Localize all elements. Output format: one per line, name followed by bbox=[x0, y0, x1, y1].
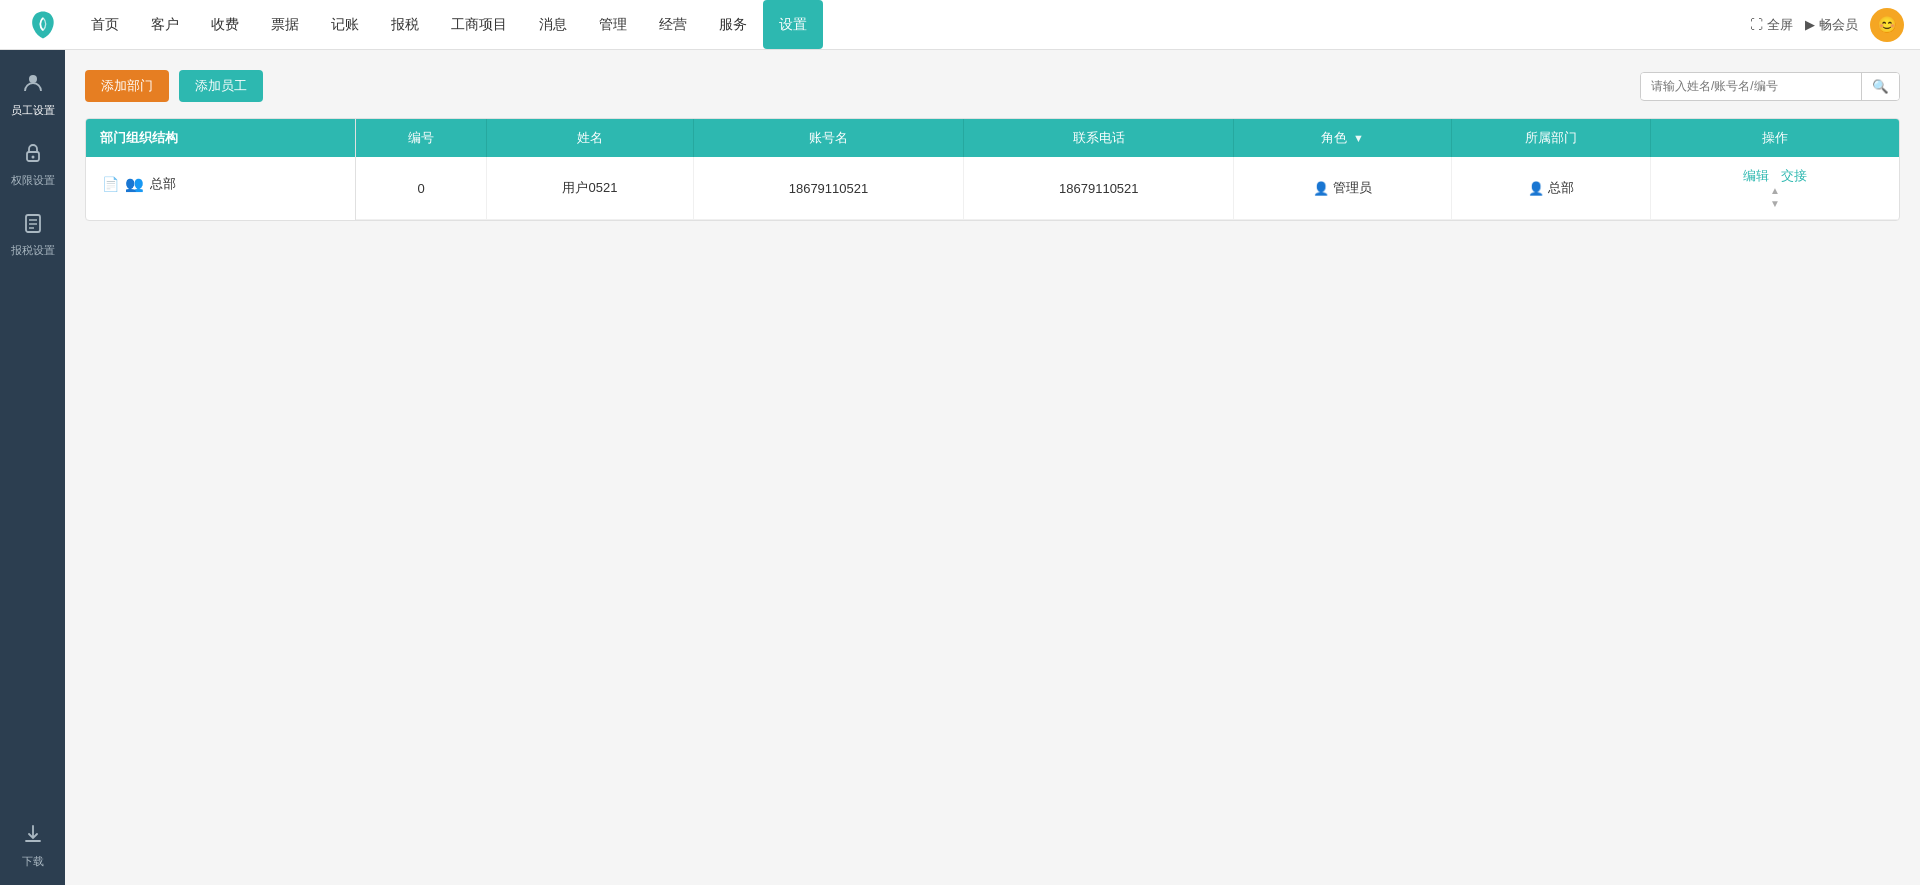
search-icon: 🔍 bbox=[1872, 79, 1889, 94]
member-icon: ▶ bbox=[1805, 17, 1815, 32]
arrow-up[interactable]: ▲ bbox=[1770, 185, 1780, 196]
member-label: 畅会员 bbox=[1819, 16, 1858, 34]
col-phone: 联系电话 bbox=[964, 119, 1234, 157]
nav-invoice[interactable]: 票据 bbox=[255, 0, 315, 49]
nav-billing[interactable]: 收费 bbox=[195, 0, 255, 49]
col-actions: 操作 bbox=[1650, 119, 1899, 157]
department-tree: 部门组织结构 📄 👥 总部 bbox=[86, 119, 356, 220]
transfer-link[interactable]: 交接 bbox=[1781, 168, 1807, 183]
nav-business[interactable]: 工商项目 bbox=[435, 0, 523, 49]
cell-phone: 18679110521 bbox=[964, 157, 1234, 220]
table-header-row: 编号 姓名 账号名 联系电话 角色 ▼ 所属部门 操作 bbox=[356, 119, 1899, 157]
search-bar: 🔍 bbox=[1640, 72, 1900, 101]
dept-user-icon: 👥 bbox=[125, 175, 144, 193]
role-user-icon: 👤 bbox=[1313, 181, 1329, 196]
edit-link[interactable]: 编辑 bbox=[1743, 168, 1769, 183]
person-icon bbox=[22, 72, 44, 99]
sidebar: 员工设置 权限设置 报税设置 下载 bbox=[0, 50, 65, 885]
employee-table: 编号 姓名 账号名 联系电话 角色 ▼ 所属部门 操作 0用户052118679… bbox=[356, 119, 1899, 220]
download-icon bbox=[22, 823, 44, 850]
fullscreen-icon: ⛶ bbox=[1750, 17, 1763, 32]
scroll-arrows: ▲ ▼ bbox=[1663, 185, 1887, 209]
svg-point-0 bbox=[29, 75, 37, 83]
sidebar-item-permissions-label: 权限设置 bbox=[11, 173, 55, 188]
sidebar-item-taxsettings-label: 报税设置 bbox=[11, 243, 55, 258]
nav-items: 首页 客户 收费 票据 记账 报税 工商项目 消息 管理 经营 服务 设置 bbox=[75, 0, 1750, 49]
filter-icon[interactable]: ▼ bbox=[1353, 132, 1364, 144]
dept-tree-body: 📄 👥 总部 bbox=[86, 157, 355, 211]
report-icon bbox=[22, 212, 44, 239]
fullscreen-label: 全屏 bbox=[1767, 16, 1793, 34]
col-dept: 所属部门 bbox=[1451, 119, 1650, 157]
nav-right-actions: ⛶ 全屏 ▶ 畅会员 😊 bbox=[1750, 8, 1920, 42]
col-role[interactable]: 角色 ▼ bbox=[1234, 119, 1451, 157]
search-button[interactable]: 🔍 bbox=[1861, 73, 1899, 100]
search-input[interactable] bbox=[1641, 73, 1861, 99]
employee-table-wrapper: 编号 姓名 账号名 联系电话 角色 ▼ 所属部门 操作 0用户052118679… bbox=[356, 119, 1899, 220]
col-name: 姓名 bbox=[487, 119, 694, 157]
sidebar-item-permissions[interactable]: 权限设置 bbox=[0, 130, 65, 200]
nav-home[interactable]: 首页 bbox=[75, 0, 135, 49]
col-account: 账号名 bbox=[693, 119, 963, 157]
sidebar-item-employee[interactable]: 员工设置 bbox=[0, 60, 65, 130]
cell-id: 0 bbox=[356, 157, 487, 220]
member-button[interactable]: ▶ 畅会员 bbox=[1805, 16, 1858, 34]
nav-message[interactable]: 消息 bbox=[523, 0, 583, 49]
main-content: 添加部门 添加员工 🔍 部门组织结构 📄 👥 总部 bbox=[65, 50, 1920, 885]
table-row: 0用户05211867911052118679110521👤管理员👤总部 编辑 … bbox=[356, 157, 1899, 220]
nav-tax[interactable]: 报税 bbox=[375, 0, 435, 49]
action-bar: 添加部门 添加员工 🔍 bbox=[85, 70, 1900, 102]
content-panel: 部门组织结构 📄 👥 总部 编号 姓名 账号名 联系电话 bbox=[85, 118, 1900, 221]
nav-customer[interactable]: 客户 bbox=[135, 0, 195, 49]
dept-root-label: 总部 bbox=[150, 175, 176, 193]
top-navigation: 首页 客户 收费 票据 记账 报税 工商项目 消息 管理 经营 服务 设置 ⛶ … bbox=[0, 0, 1920, 50]
cell-name: 用户0521 bbox=[487, 157, 694, 220]
sidebar-item-download-label: 下载 bbox=[22, 854, 44, 869]
file-icon: 📄 bbox=[102, 176, 119, 192]
nav-operation[interactable]: 经营 bbox=[643, 0, 703, 49]
avatar-icon: 😊 bbox=[1877, 15, 1897, 34]
dept-user-icon: 👤 bbox=[1528, 181, 1544, 196]
logo bbox=[10, 7, 75, 43]
cell-role: 👤管理员 bbox=[1234, 157, 1451, 220]
nav-service[interactable]: 服务 bbox=[703, 0, 763, 49]
nav-accounting[interactable]: 记账 bbox=[315, 0, 375, 49]
sidebar-item-taxsettings[interactable]: 报税设置 bbox=[0, 200, 65, 270]
add-employee-button[interactable]: 添加员工 bbox=[179, 70, 263, 102]
svg-point-2 bbox=[31, 156, 34, 159]
dept-tree-header: 部门组织结构 bbox=[86, 119, 355, 157]
cell-dept: 👤总部 bbox=[1451, 157, 1650, 220]
fullscreen-button[interactable]: ⛶ 全屏 bbox=[1750, 16, 1793, 34]
cell-actions: 编辑 交接 ▲ ▼ bbox=[1650, 157, 1899, 220]
cell-account: 18679110521 bbox=[693, 157, 963, 220]
lock-icon bbox=[22, 142, 44, 169]
add-department-button[interactable]: 添加部门 bbox=[85, 70, 169, 102]
avatar[interactable]: 😊 bbox=[1870, 8, 1904, 42]
sidebar-item-download[interactable]: 下载 bbox=[0, 811, 65, 885]
dept-tree-item-root[interactable]: 📄 👥 总部 bbox=[96, 167, 345, 201]
col-id: 编号 bbox=[356, 119, 487, 157]
nav-settings[interactable]: 设置 bbox=[763, 0, 823, 49]
sidebar-item-employee-label: 员工设置 bbox=[11, 103, 55, 118]
arrow-down[interactable]: ▼ bbox=[1770, 198, 1780, 209]
nav-manage[interactable]: 管理 bbox=[583, 0, 643, 49]
